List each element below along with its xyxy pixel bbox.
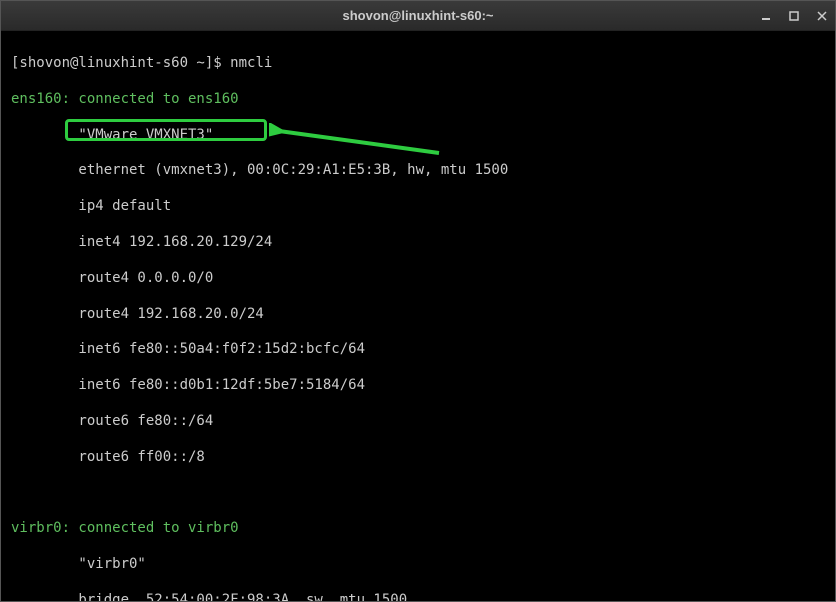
virbr0-header: virbr0: connected to virbr0 xyxy=(11,520,825,538)
maximize-button[interactable] xyxy=(787,9,801,23)
prompt-text: [shovon@linuxhint-s60 ~]$ xyxy=(11,55,230,71)
virbr0-line-0: "virbr0" xyxy=(11,556,825,574)
ens160-line-3: inet4 192.168.20.129/24 xyxy=(11,234,825,252)
terminal-output[interactable]: [shovon@linuxhint-s60 ~]$ nmcli ens160: … xyxy=(1,31,835,601)
terminal-window: shovon@linuxhint-s60:~ [shovon@linuxhint… xyxy=(0,0,836,602)
virbr0-line-1: bridge, 52:54:00:2F:98:3A, sw, mtu 1500 xyxy=(11,592,825,601)
ens160-line-1: ethernet (vmxnet3), 00:0C:29:A1:E5:3B, h… xyxy=(11,162,825,180)
titlebar: shovon@linuxhint-s60:~ xyxy=(1,1,835,31)
ens160-line-8: route6 fe80::/64 xyxy=(11,413,825,431)
ens160-line-4: route4 0.0.0.0/0 xyxy=(11,270,825,288)
window-controls xyxy=(759,9,829,23)
ens160-header: ens160: connected to ens160 xyxy=(11,91,825,109)
ens160-line-9: route6 ff00::/8 xyxy=(11,449,825,467)
ens160-line-0: "VMware VMXNET3" xyxy=(11,127,825,145)
prompt-line: [shovon@linuxhint-s60 ~]$ nmcli xyxy=(11,55,825,73)
ens160-line-5: route4 192.168.20.0/24 xyxy=(11,306,825,324)
ens160-line-2: ip4 default xyxy=(11,198,825,216)
close-button[interactable] xyxy=(815,9,829,23)
minimize-button[interactable] xyxy=(759,9,773,23)
ens160-line-7: inet6 fe80::d0b1:12df:5be7:5184/64 xyxy=(11,377,825,395)
ens160-line-6: inet6 fe80::50a4:f0f2:15d2:bcfc/64 xyxy=(11,341,825,359)
blank-1 xyxy=(11,485,825,503)
window-title: shovon@linuxhint-s60:~ xyxy=(343,8,494,23)
command-text: nmcli xyxy=(230,55,272,71)
